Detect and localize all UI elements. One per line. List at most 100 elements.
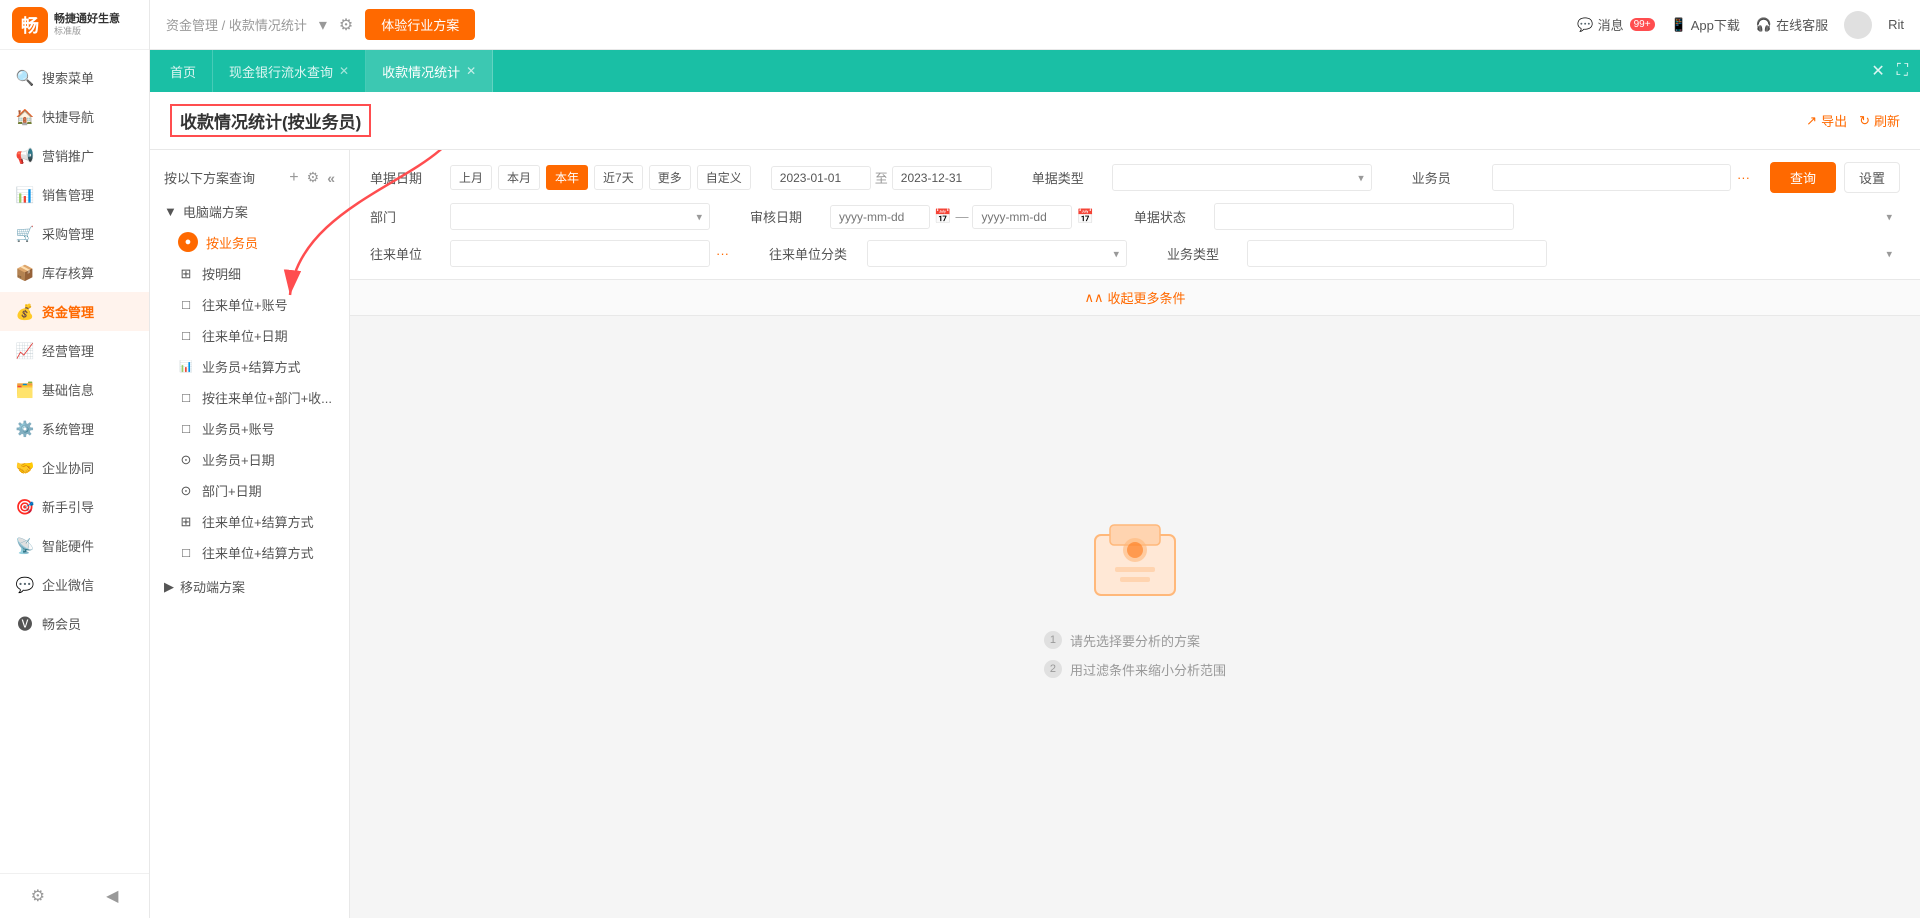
- purchase-icon: 🛒: [16, 225, 34, 243]
- logo-area: 畅 畅捷通好生意 标准版: [0, 0, 149, 50]
- scheme-item-salesman-settle[interactable]: 📊 业务员+结算方式: [150, 351, 349, 382]
- sidebar-item-hardware[interactable]: 📡 智能硬件: [0, 526, 149, 565]
- scheme-item-partner-account[interactable]: □ 往来单位+账号: [150, 289, 349, 320]
- salesman-input[interactable]: [1492, 164, 1731, 191]
- sidebar-item-purchase[interactable]: 🛒 采购管理: [0, 214, 149, 253]
- scheme-item-dept-date[interactable]: ⊙ 部门+日期: [150, 475, 349, 506]
- date-from-input[interactable]: [771, 166, 871, 190]
- setting-button[interactable]: 设置: [1844, 162, 1900, 193]
- tab-receipt[interactable]: 收款情况统计 ✕: [366, 50, 493, 92]
- system-icon: ⚙️: [16, 420, 34, 438]
- scheme-item-partner-date[interactable]: □ 往来单位+日期: [150, 320, 349, 351]
- tab-home[interactable]: 首页: [150, 50, 213, 92]
- date-btn-this-year[interactable]: 本年: [546, 165, 588, 190]
- audit-from-cal-icon[interactable]: 📅: [934, 208, 951, 225]
- message-btn[interactable]: 💬 消息 99+: [1577, 15, 1654, 34]
- audit-to-cal-icon[interactable]: 📅: [1076, 208, 1093, 225]
- date-btn-this-month[interactable]: 本月: [498, 165, 540, 190]
- sidebar-item-marketing[interactable]: 📢 营销推广: [0, 136, 149, 175]
- scheme-item-salesman-date[interactable]: ⊙ 业务员+日期: [150, 444, 349, 475]
- salesman-label: 业务员: [1412, 168, 1472, 187]
- bill-status-select[interactable]: [1214, 203, 1514, 230]
- sidebar-item-finance[interactable]: 💰 资金管理: [0, 292, 149, 331]
- scheme-group-mobile-title[interactable]: ▶ 移动端方案: [150, 572, 349, 601]
- biz-type-select[interactable]: [1247, 240, 1547, 267]
- scheme-item-partner-dept[interactable]: □ 按往来单位+部门+收...: [150, 382, 349, 413]
- sidebar-item-inventory[interactable]: 📦 库存核算: [0, 253, 149, 292]
- date-btn-more[interactable]: 更多: [649, 165, 691, 190]
- scheme-item-salesman[interactable]: ● 按业务员: [150, 226, 349, 258]
- scheme-group-desktop-title[interactable]: ▼ 电脑端方案: [150, 197, 349, 226]
- panel-header: 按以下方案查询 + ⚙ «: [150, 162, 349, 197]
- bill-type-select[interactable]: [1112, 164, 1372, 191]
- online-service-btn[interactable]: 🎧 在线客服: [1756, 15, 1828, 34]
- empty-tips: 1 请先选择要分析的方案 2 用过滤条件来缩小分析范围: [1044, 631, 1226, 679]
- panel-settings-icon[interactable]: ⚙: [307, 169, 320, 186]
- biz-type-label: 业务类型: [1167, 244, 1227, 263]
- empty-state: 1 请先选择要分析的方案 2 用过滤条件来缩小分析范围: [350, 316, 1920, 918]
- search-icon: 🔍: [16, 69, 34, 87]
- scheme-salesman-account-icon: □: [178, 421, 194, 437]
- sidebar-item-enterprise[interactable]: 🤝 企业协同: [0, 448, 149, 487]
- date-btn-last-month[interactable]: 上月: [450, 165, 492, 190]
- page-header: 收款情况统计(按业务员) ↗ 导出 ↻ 刷新: [150, 92, 1920, 150]
- sidebar-item-system[interactable]: ⚙️ 系统管理: [0, 409, 149, 448]
- scheme-detail-icon: ⊞: [178, 266, 194, 282]
- scheme-item-partner-settle1[interactable]: ⊞ 往来单位+结算方式: [150, 506, 349, 537]
- tab-bank[interactable]: 现金银行流水查询 ✕: [213, 50, 366, 92]
- query-button[interactable]: 查询: [1770, 162, 1836, 193]
- right-panel: 单据日期 上月 本月 本年 近7天 更多 自定义 至: [350, 150, 1920, 918]
- empty-illustration: [1075, 495, 1195, 615]
- sidebar-item-basic[interactable]: 🗂️ 基础信息: [0, 370, 149, 409]
- tab-maximize-icon[interactable]: ⛶: [1897, 62, 1908, 80]
- sidebar-collapse-icon[interactable]: ◀: [106, 886, 118, 906]
- tab-bank-close-icon[interactable]: ✕: [339, 64, 349, 78]
- panel-collapse-icon[interactable]: «: [327, 170, 335, 186]
- refresh-button[interactable]: ↻ 刷新: [1859, 111, 1900, 130]
- bill-status-label: 单据状态: [1134, 207, 1194, 226]
- audit-to-input[interactable]: [972, 205, 1072, 229]
- dept-select[interactable]: [450, 203, 710, 230]
- partner-category-select[interactable]: [867, 240, 1127, 267]
- user-avatar[interactable]: [1844, 11, 1872, 39]
- sidebar-item-quicknav[interactable]: 🏠 快捷导航: [0, 97, 149, 136]
- scheme-item-salesman-account[interactable]: □ 业务员+账号: [150, 413, 349, 444]
- logo-icon: 畅: [12, 7, 48, 43]
- tab-bar: 首页 现金银行流水查询 ✕ 收款情况统计 ✕ ✕ ⛶: [150, 50, 1920, 92]
- date-btn-custom[interactable]: 自定义: [697, 165, 751, 190]
- scheme-partner-account-label: 往来单位+账号: [202, 295, 288, 314]
- tab-close-all-icon[interactable]: ✕: [1871, 61, 1884, 81]
- hardware-icon: 📡: [16, 537, 34, 555]
- partner-category-select-wrapper: [867, 240, 1127, 267]
- partner-input[interactable]: [450, 240, 710, 267]
- sidebar-item-member[interactable]: 🅥 畅会员: [0, 604, 149, 643]
- sidebar-settings-icon[interactable]: ⚙: [31, 886, 45, 906]
- sidebar-item-search[interactable]: 🔍 搜索菜单: [0, 58, 149, 97]
- audit-from-input[interactable]: [830, 205, 930, 229]
- partner-more-btn[interactable]: ···: [716, 246, 729, 261]
- tab-bank-label: 现金银行流水查询: [229, 62, 333, 81]
- sidebar-item-wechat[interactable]: 💬 企业微信: [0, 565, 149, 604]
- sidebar-item-sales[interactable]: 📊 销售管理: [0, 175, 149, 214]
- topbar-gear-icon[interactable]: ⚙: [339, 15, 353, 35]
- date-to-input[interactable]: [892, 166, 992, 190]
- app-download-btn[interactable]: 📱 App下载: [1671, 15, 1740, 34]
- panel-add-icon[interactable]: +: [289, 169, 298, 187]
- sidebar-item-guide[interactable]: 🎯 新手引导: [0, 487, 149, 526]
- partner-label: 往来单位: [370, 244, 430, 263]
- export-button[interactable]: ↗ 导出: [1806, 111, 1847, 130]
- tab-receipt-close-icon[interactable]: ✕: [466, 64, 476, 78]
- date-input-group: 至: [771, 166, 992, 190]
- refresh-icon: ↻: [1859, 113, 1870, 129]
- scheme-item-partner-settle2[interactable]: □ 往来单位+结算方式: [150, 537, 349, 568]
- trial-button[interactable]: 体验行业方案: [365, 9, 475, 40]
- sidebar-item-operation[interactable]: 📈 经营管理: [0, 331, 149, 370]
- main-content: 资金管理 / 收款情况统计 ▾ ⚙ 体验行业方案 💬 消息 99+ 📱 App下…: [150, 0, 1920, 918]
- date-btn-7days[interactable]: 近7天: [594, 165, 643, 190]
- scheme-item-detail[interactable]: ⊞ 按明细: [150, 258, 349, 289]
- collapse-bar[interactable]: ∧∧ 收起更多条件: [350, 280, 1920, 316]
- chevron-right-icon: ▶: [164, 579, 174, 595]
- salesman-more-btn[interactable]: ···: [1737, 170, 1750, 185]
- topbar-settings-icon[interactable]: ▾: [319, 15, 327, 35]
- panel-header-icons: + ⚙ «: [289, 169, 335, 187]
